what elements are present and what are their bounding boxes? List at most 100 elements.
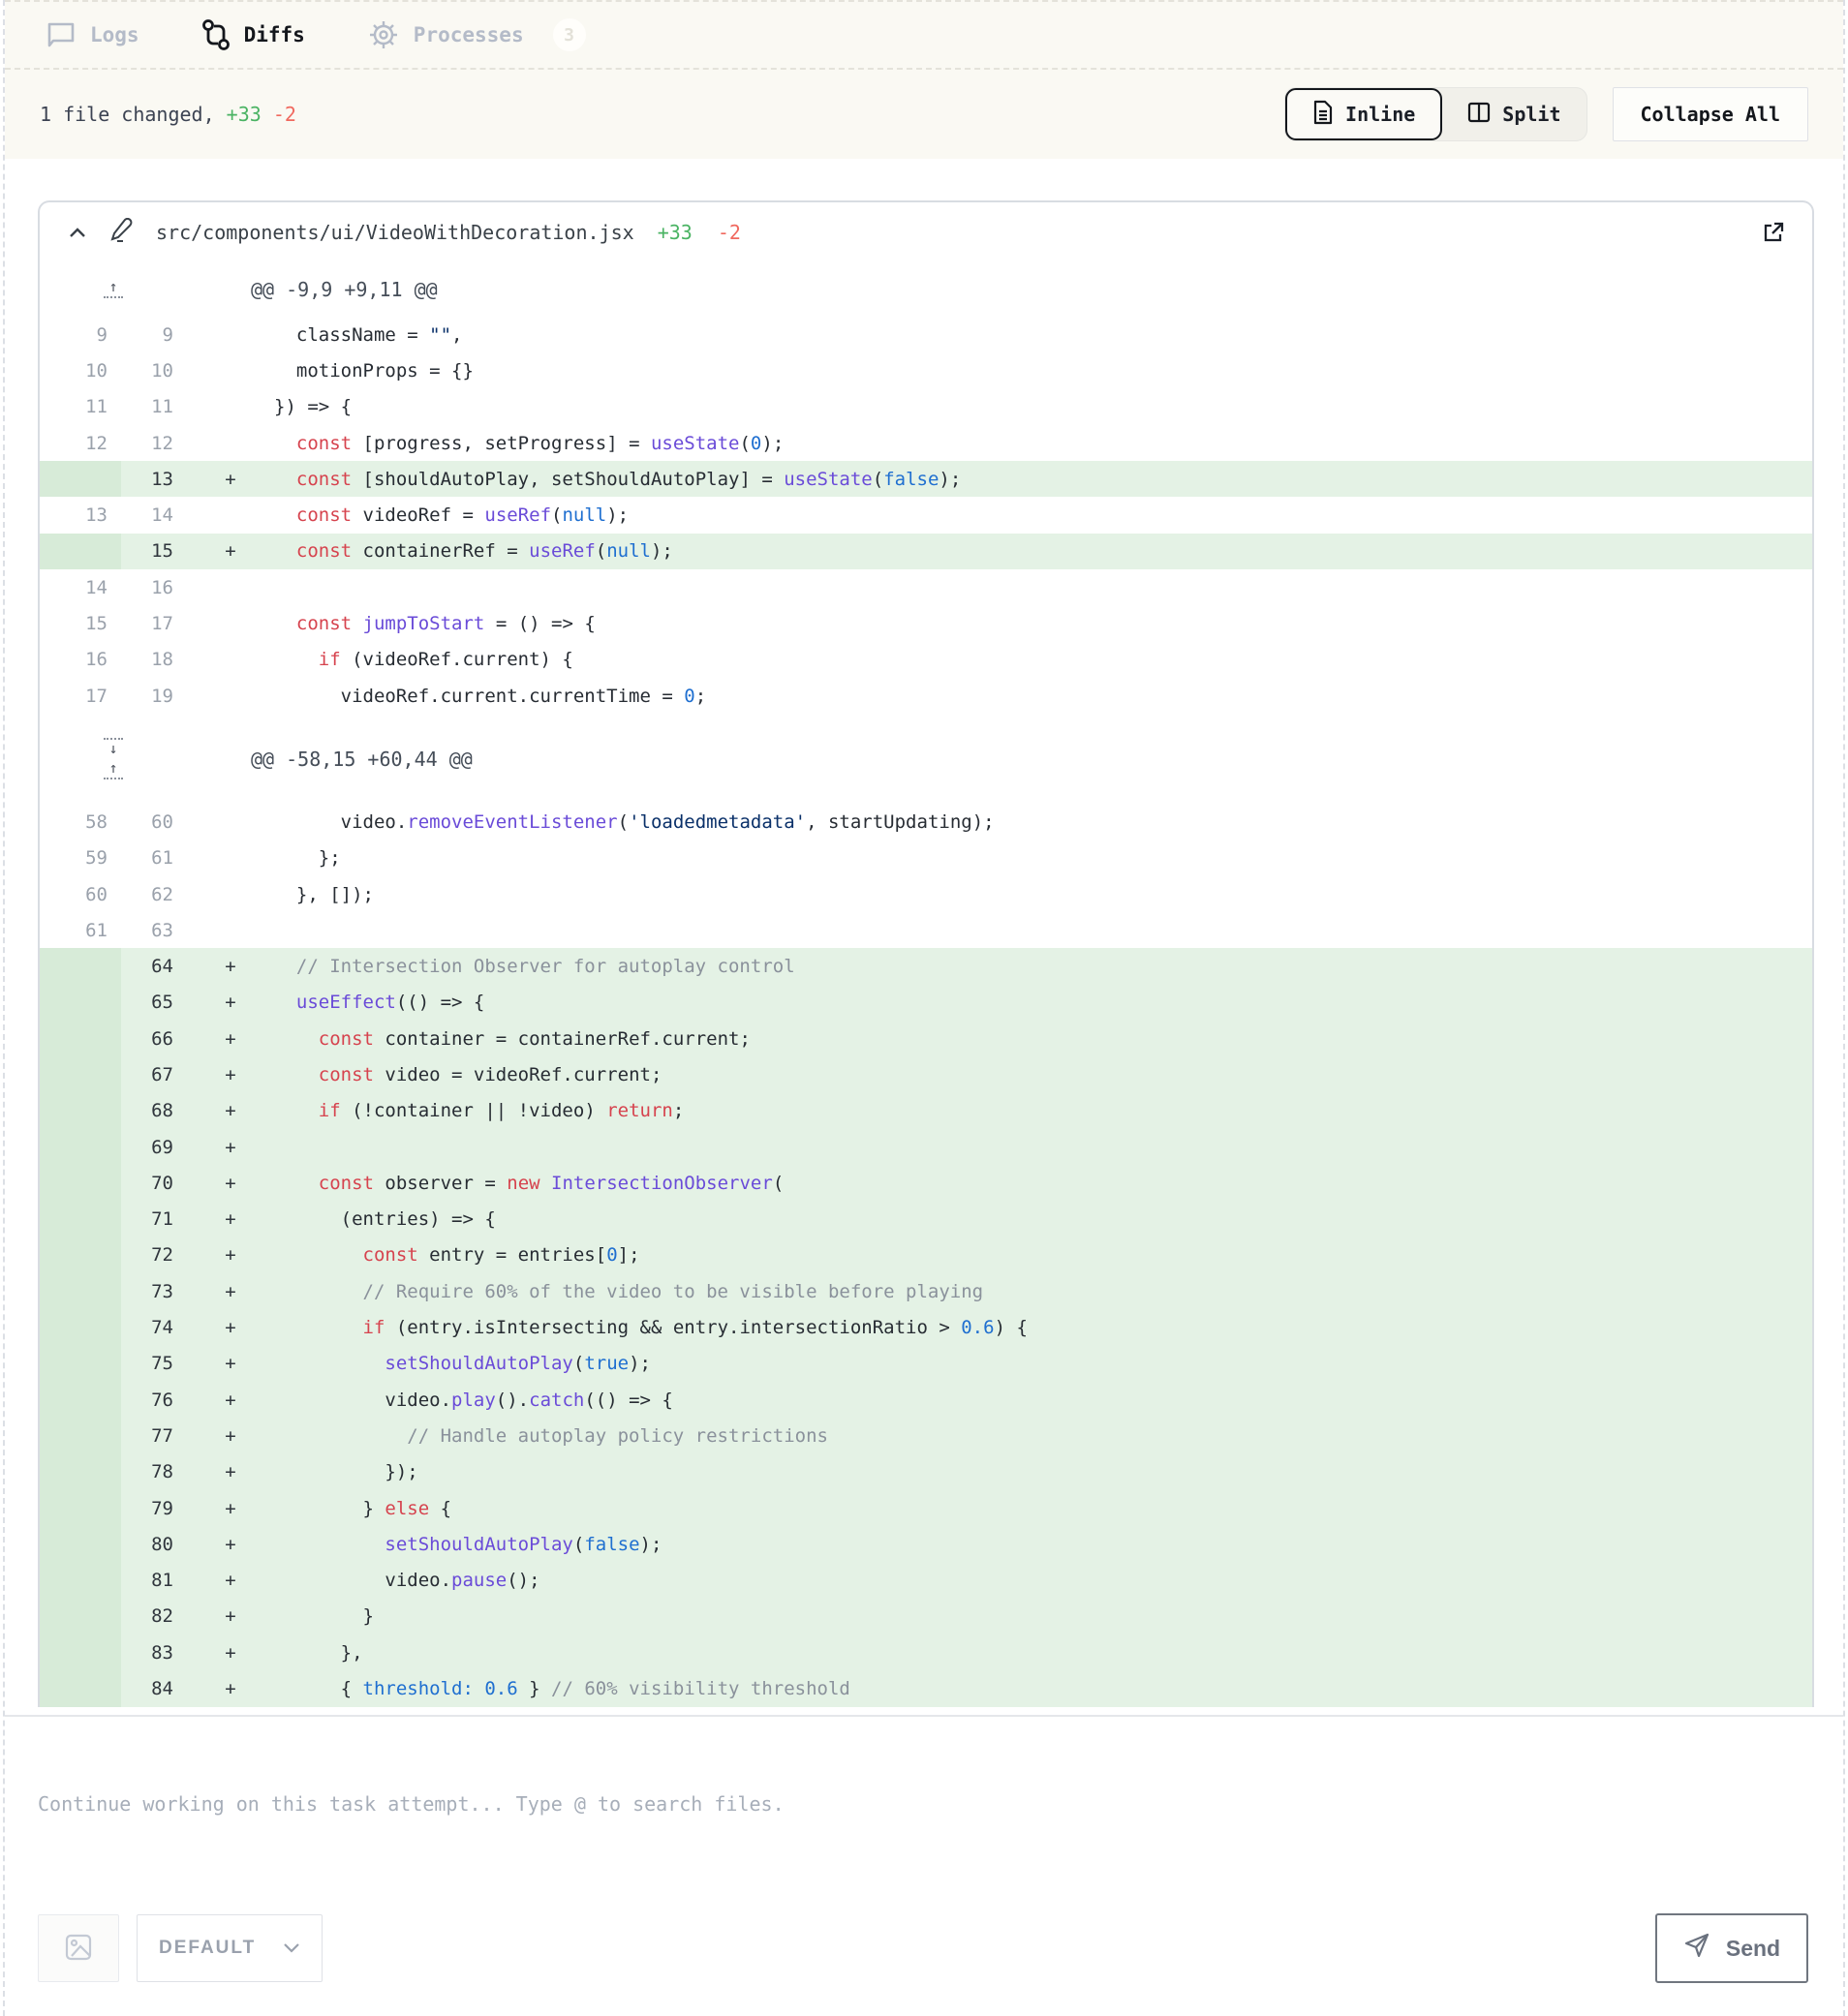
composer-input[interactable]: Continue working on this task attempt...… <box>38 1792 785 1816</box>
collapse-file-button[interactable] <box>69 227 86 238</box>
diff-summary-bar: 1 file changed, +33 -2 Inline Split Coll… <box>5 70 1843 159</box>
send-button[interactable]: Send <box>1655 1913 1808 1983</box>
expand-up-button[interactable]: ↑ <box>104 761 123 781</box>
code-text: const video = videoRef.current; <box>274 1056 1812 1093</box>
files-changed-label: 1 file changed, <box>40 103 215 126</box>
new-line-number: 83 <box>121 1634 187 1671</box>
code-text: videoRef.current.currentTime = 0; <box>274 685 707 707</box>
code-text: video. removeEventListener('loadedmetadat… <box>274 810 995 833</box>
diff-line-added: 72 + const entry = entries[0]; <box>40 1237 1812 1274</box>
hunk-header-row: ↑ @@ -9,9 +9,11 @@ <box>40 262 1812 317</box>
diff-line-context: 17 19 videoRef.current.currentTime = 0; <box>40 678 1812 714</box>
model-selector[interactable]: DEFAULT <box>137 1914 323 1982</box>
diff-file-header: src/components/ui/VideoWithDecoration.js… <box>40 202 1812 262</box>
tab-processes[interactable]: Processes <box>367 18 524 51</box>
old-line-number: 12 <box>85 432 108 454</box>
code-text: // Require 60% of the video to be visibl… <box>274 1273 1812 1310</box>
code-text: // Intersection Observer for autoplay co… <box>274 948 1812 985</box>
file-additions: +33 <box>657 221 693 244</box>
diff-line-context: 61 63 <box>40 912 1812 948</box>
old-line-number <box>40 1418 121 1454</box>
old-line-number: 58 <box>85 810 108 833</box>
code-text: const videoRef = useRef(null); <box>295 504 630 527</box>
diff-sign: + <box>187 984 274 1022</box>
new-line-number: 12 <box>151 432 173 454</box>
code-text: className = "", <box>274 323 463 346</box>
split-view-button[interactable]: Split <box>1442 88 1586 140</box>
tab-label: Logs <box>90 23 139 46</box>
code-text: } else { <box>274 1489 1812 1527</box>
diff-sign: + <box>187 1273 274 1310</box>
old-line-number: 17 <box>85 685 108 707</box>
diff-line-added: 76 + video. play (). catch(() => { <box>40 1382 1812 1419</box>
diff-line-added: 69 + <box>40 1128 1812 1166</box>
diff-sign: + <box>187 1345 274 1383</box>
hunk-header-text: @@ -9,9 +9,11 @@ <box>251 278 438 301</box>
open-file-external-button[interactable] <box>1762 221 1785 244</box>
new-line-number: 79 <box>121 1489 187 1527</box>
new-line-number: 17 <box>151 613 173 635</box>
collapse-all-button[interactable]: Collapse All <box>1612 87 1808 141</box>
code-text: video. play (). catch(() => { <box>274 1382 1812 1419</box>
new-line-number: 69 <box>121 1128 187 1166</box>
diff-sign: + <box>187 1128 274 1166</box>
diff-sign: + <box>187 1598 274 1635</box>
diff-sign <box>187 317 274 352</box>
tab-diffs[interactable]: Diffs <box>201 18 305 51</box>
diff-line-added: 77 + // Handle autoplay policy restrictio… <box>40 1418 1812 1454</box>
new-line-number: 18 <box>151 649 173 671</box>
code-text: const containerRef = useRef(null); <box>274 533 1812 570</box>
message-composer: Continue working on this task attempt...… <box>5 1715 1843 2016</box>
hunk-header-row: ↓ ↑ @@ -58,15 +60,44 @@ <box>40 714 1812 804</box>
old-line-number <box>40 948 121 985</box>
diff-line-added: 74 + if (entry.isIntersecting && entry.in… <box>40 1309 1812 1346</box>
diff-sign: + <box>187 1562 274 1599</box>
code-text: const entry = entries[0]; <box>274 1237 1812 1274</box>
diff-line-added: 65 + useEffect(() => { <box>40 984 1812 1022</box>
diff-sign: + <box>187 1165 274 1202</box>
diff-sign <box>187 912 274 948</box>
diff-sign <box>187 605 274 641</box>
additions-count: +33 <box>226 103 262 126</box>
expand-down-button[interactable]: ↓ <box>104 736 123 756</box>
code-text: if (videoRef.current) { <box>318 649 573 671</box>
expand-up-button[interactable]: ↑ <box>104 279 123 300</box>
inline-view-button[interactable]: Inline <box>1285 88 1443 140</box>
old-line-number <box>40 1128 121 1166</box>
new-line-number: 71 <box>121 1201 187 1237</box>
diff-sign <box>187 804 274 840</box>
diff-sign: + <box>187 1201 274 1237</box>
process-count-badge: 3 <box>552 18 586 51</box>
diff-sign: + <box>187 461 274 498</box>
diff-line-added: 67 + const video = videoRef.current; <box>40 1056 1812 1093</box>
code-text: const container = containerRef.current; <box>274 1021 1812 1057</box>
code-text: { threshold: 0.6 } // 60% visibility thr… <box>274 1670 1812 1707</box>
attach-image-button[interactable] <box>38 1914 119 1982</box>
diff-scroll-region[interactable]: src/components/ui/VideoWithDecoration.js… <box>5 159 1843 1715</box>
old-line-number <box>40 1345 121 1383</box>
diff-line-added: 78 + }); <box>40 1453 1812 1490</box>
code-text: setShouldAutoPlay(true); <box>274 1345 1812 1383</box>
tab-logs[interactable]: Logs <box>46 20 139 49</box>
diff-line-added: 68 + if (!container || !video) return; <box>40 1092 1812 1129</box>
code-text: // Handle autoplay policy restrictions <box>274 1418 1812 1454</box>
old-line-number <box>40 1092 121 1129</box>
new-line-number: 74 <box>121 1309 187 1346</box>
new-line-number: 9 <box>162 323 173 346</box>
app-frame: Logs Diffs Processes 3 1 file changed, +… <box>3 0 1845 2016</box>
file-deletions: -2 <box>717 221 741 244</box>
old-line-number <box>40 1237 121 1274</box>
diff-line-context: 60 62 }, []); <box>40 876 1812 912</box>
diff-sign <box>187 678 274 714</box>
diff-line-added: 81 + video. pause (); <box>40 1562 1812 1599</box>
inline-doc-icon <box>1312 100 1334 130</box>
code-text: }, []); <box>274 883 374 905</box>
old-line-number: 60 <box>85 883 108 905</box>
code-text: }); <box>274 1453 1812 1490</box>
old-line-number: 9 <box>96 323 108 346</box>
chevron-down-icon <box>283 1938 300 1959</box>
new-line-number: 61 <box>151 847 173 870</box>
diff-line-added: 15 + const containerRef = useRef(null); <box>40 533 1812 570</box>
diff-line-added: 82 + } <box>40 1598 1812 1635</box>
deletions-count: -2 <box>272 103 296 126</box>
